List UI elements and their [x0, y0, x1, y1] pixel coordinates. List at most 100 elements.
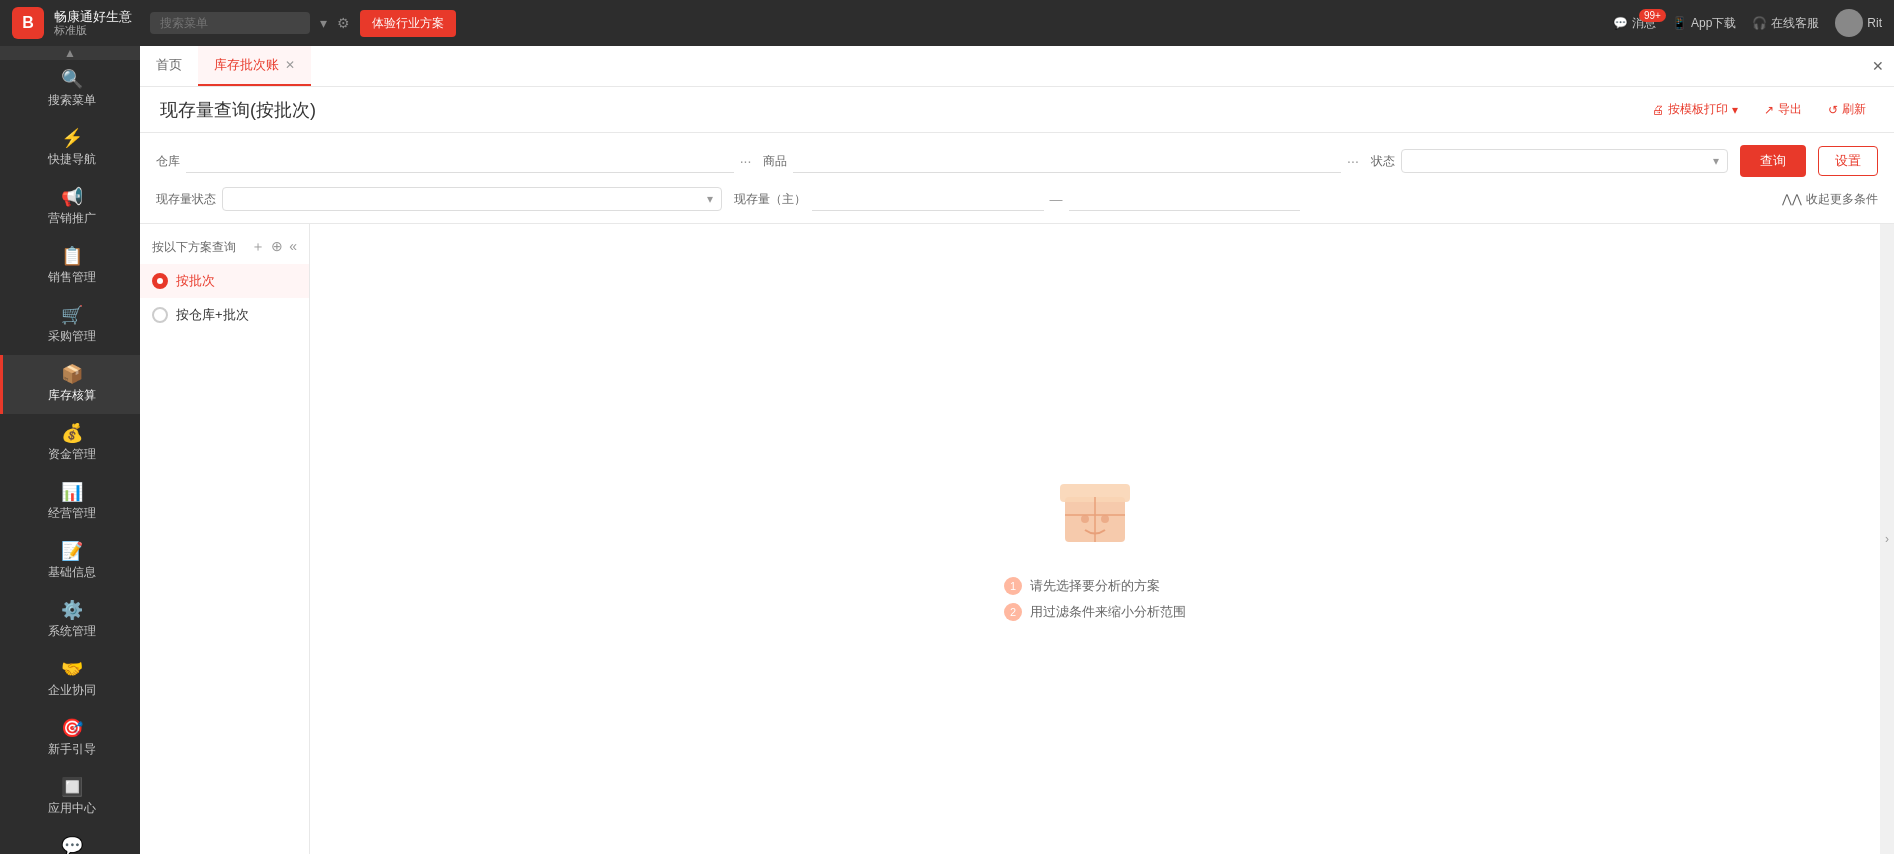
sidebar-item-purchase[interactable]: 🛒 采购管理 — [0, 296, 140, 355]
panel-close-icon[interactable]: ✕ — [1872, 58, 1884, 74]
scheme-panel-icons: ＋ ⊕ « — [251, 238, 297, 256]
sidebar-item-shortcut[interactable]: ⚡ 快捷导航 — [0, 119, 140, 178]
sidebar-label-finance: 资金管理 — [48, 446, 96, 463]
sidebar-label-shortcut: 快捷导航 — [48, 151, 96, 168]
sidebar-label-basic: 基础信息 — [48, 564, 96, 581]
sidebar-label-search: 搜索菜单 — [48, 92, 96, 109]
inventory-status-label: 现存量状态 — [156, 191, 216, 208]
box-icon: 📦 — [61, 365, 83, 383]
scheme-item-warehouse-batch[interactable]: 按仓库+批次 — [140, 298, 309, 332]
clipboard-icon: 📋 — [61, 247, 83, 265]
print-label: 按模板打印 — [1668, 101, 1728, 118]
qty-separator: — — [1050, 192, 1063, 207]
tab-home[interactable]: 首页 — [140, 46, 198, 86]
tab-bar: 首页 库存批次账 ✕ ✕ — [140, 46, 1894, 87]
body-area: 按以下方案查询 ＋ ⊕ « 按批次 按仓库+批次 — [140, 224, 1894, 854]
refresh-icon: ↺ — [1828, 103, 1838, 117]
status-select[interactable]: ▾ — [1401, 149, 1728, 173]
sidebar-item-operations[interactable]: 📊 经营管理 — [0, 473, 140, 532]
sidebar-item-enterprise[interactable]: 🤝 企业协同 — [0, 650, 140, 709]
filter-row-1: 仓库 ··· 商品 ··· 状态 ▾ 查询 设置 — [156, 145, 1878, 177]
sidebar-item-search[interactable]: 🔍 搜索菜单 — [0, 60, 140, 119]
warehouse-field: 仓库 ··· — [156, 150, 751, 173]
messages-button[interactable]: 💬 消息 99+ — [1613, 15, 1656, 32]
tab-inventory-batch[interactable]: 库存批次账 ✕ — [198, 46, 311, 86]
sidebar-item-system[interactable]: ⚙️ 系统管理 — [0, 591, 140, 650]
content-area: 首页 库存批次账 ✕ ✕ 现存量查询(按批次) 🖨 按模板打印 ▾ ↗ — [140, 46, 1894, 854]
sidebar-item-wechat[interactable]: 💬 企业微信 — [0, 827, 140, 854]
sidebar-label-purchase: 采购管理 — [48, 328, 96, 345]
manage-scheme-icon[interactable]: ⊕ — [271, 238, 283, 256]
grid-icon: 🔲 — [61, 778, 83, 796]
warehouse-more-icon[interactable]: ··· — [740, 153, 752, 169]
app-download-button[interactable]: 📱 App下载 — [1672, 15, 1736, 32]
topbar: B 畅康通好生意 标准版 ▾ ⚙ 体验行业方案 💬 消息 99+ 📱 App下载… — [0, 0, 1894, 46]
status-dropdown-icon: ▾ — [1713, 154, 1719, 168]
try-industry-button[interactable]: 体验行业方案 — [360, 10, 456, 37]
search-dropdown-icon[interactable]: ▾ — [320, 15, 327, 31]
tab-close-icon[interactable]: ✕ — [285, 58, 295, 72]
inventory-status-field: 现存量状态 ▾ — [156, 187, 722, 211]
sidebar: ▲ 🔍 搜索菜单 ⚡ 快捷导航 📢 营销推广 📋 销售管理 🛒 采购管理 📦 库… — [0, 46, 140, 854]
sidebar-item-appstore[interactable]: 🔲 应用中心 — [0, 768, 140, 827]
sidebar-label-appstore: 应用中心 — [48, 800, 96, 817]
scheme-item-batch[interactable]: 按批次 — [140, 264, 309, 298]
megaphone-icon: 📢 — [61, 188, 83, 206]
query-button[interactable]: 查询 — [1740, 145, 1806, 177]
main-layout: ▲ 🔍 搜索菜单 ⚡ 快捷导航 📢 营销推广 📋 销售管理 🛒 采购管理 📦 库… — [0, 46, 1894, 854]
settings-button[interactable]: 设置 — [1818, 146, 1878, 176]
app-logo: B — [12, 7, 44, 39]
warehouse-label: 仓库 — [156, 153, 180, 170]
page-header-actions: 🖨 按模板打印 ▾ ↗ 导出 ↺ 刷新 — [1644, 97, 1874, 122]
sidebar-item-finance[interactable]: 💰 资金管理 — [0, 414, 140, 473]
collapse-scheme-icon[interactable]: « — [289, 238, 297, 256]
gear-icon: ⚙️ — [61, 601, 83, 619]
warehouse-input[interactable] — [186, 150, 734, 173]
search-input[interactable] — [150, 12, 310, 34]
inventory-qty-label: 现存量（主） — [734, 191, 806, 208]
scheme-dot-gray — [152, 307, 168, 323]
search-icon: 🔍 — [61, 70, 83, 88]
page-title: 现存量查询(按批次) — [160, 98, 316, 122]
print-button[interactable]: 🖨 按模板打印 ▾ — [1644, 97, 1746, 122]
inventory-status-select[interactable]: ▾ — [222, 187, 722, 211]
refresh-button[interactable]: ↺ 刷新 — [1820, 97, 1874, 122]
collapse-button[interactable]: ⋀⋀ 收起更多条件 — [1782, 191, 1878, 208]
sidebar-item-marketing[interactable]: 📢 营销推广 — [0, 178, 140, 237]
online-support-label: 在线客服 — [1771, 15, 1819, 32]
sidebar-label-system: 系统管理 — [48, 623, 96, 640]
product-field: 商品 ··· — [763, 150, 1358, 173]
printer-icon: 🖨 — [1652, 103, 1664, 117]
tip-num-2: 2 — [1004, 603, 1022, 621]
inventory-qty-min-input[interactable] — [812, 188, 1044, 211]
sidebar-label-marketing: 营销推广 — [48, 210, 96, 227]
sidebar-item-basic[interactable]: 📝 基础信息 — [0, 532, 140, 591]
export-button[interactable]: ↗ 导出 — [1756, 97, 1810, 122]
add-scheme-icon[interactable]: ＋ — [251, 238, 265, 256]
filter-row-2: 现存量状态 ▾ 现存量（主） — ⋀⋀ 收起更多条件 — [156, 187, 1878, 211]
right-collapse-panel[interactable]: › — [1880, 224, 1894, 854]
user-menu-button[interactable]: Rit — [1835, 9, 1882, 37]
sidebar-scroll-up[interactable]: ▲ — [0, 46, 140, 60]
sidebar-item-sales[interactable]: 📋 销售管理 — [0, 237, 140, 296]
sidebar-label-inventory: 库存核算 — [48, 387, 96, 404]
online-support-button[interactable]: 🎧 在线客服 — [1752, 15, 1819, 32]
inventory-qty-max-input[interactable] — [1069, 188, 1301, 211]
money-icon: 💰 — [61, 424, 83, 442]
scheme-dot-inner — [157, 278, 163, 284]
scheme-panel-header: 按以下方案查询 ＋ ⊕ « — [140, 234, 309, 264]
username-label: Rit — [1867, 16, 1882, 30]
sidebar-item-newbie[interactable]: 🎯 新手引导 — [0, 709, 140, 768]
cart-icon: 🛒 — [61, 306, 83, 324]
svg-point-5 — [1101, 515, 1109, 523]
headset-icon: 🎧 — [1752, 16, 1767, 30]
sidebar-item-inventory[interactable]: 📦 库存核算 — [0, 355, 140, 414]
print-dropdown-icon: ▾ — [1732, 103, 1738, 117]
app-download-icon: 📱 — [1672, 16, 1687, 30]
product-more-icon[interactable]: ··· — [1347, 153, 1359, 169]
tip-text-1: 请先选择要分析的方案 — [1030, 577, 1160, 595]
target-icon: 🎯 — [61, 719, 83, 737]
scheme-dot-filled — [152, 273, 168, 289]
product-input[interactable] — [793, 150, 1341, 173]
settings-icon[interactable]: ⚙ — [337, 15, 350, 31]
